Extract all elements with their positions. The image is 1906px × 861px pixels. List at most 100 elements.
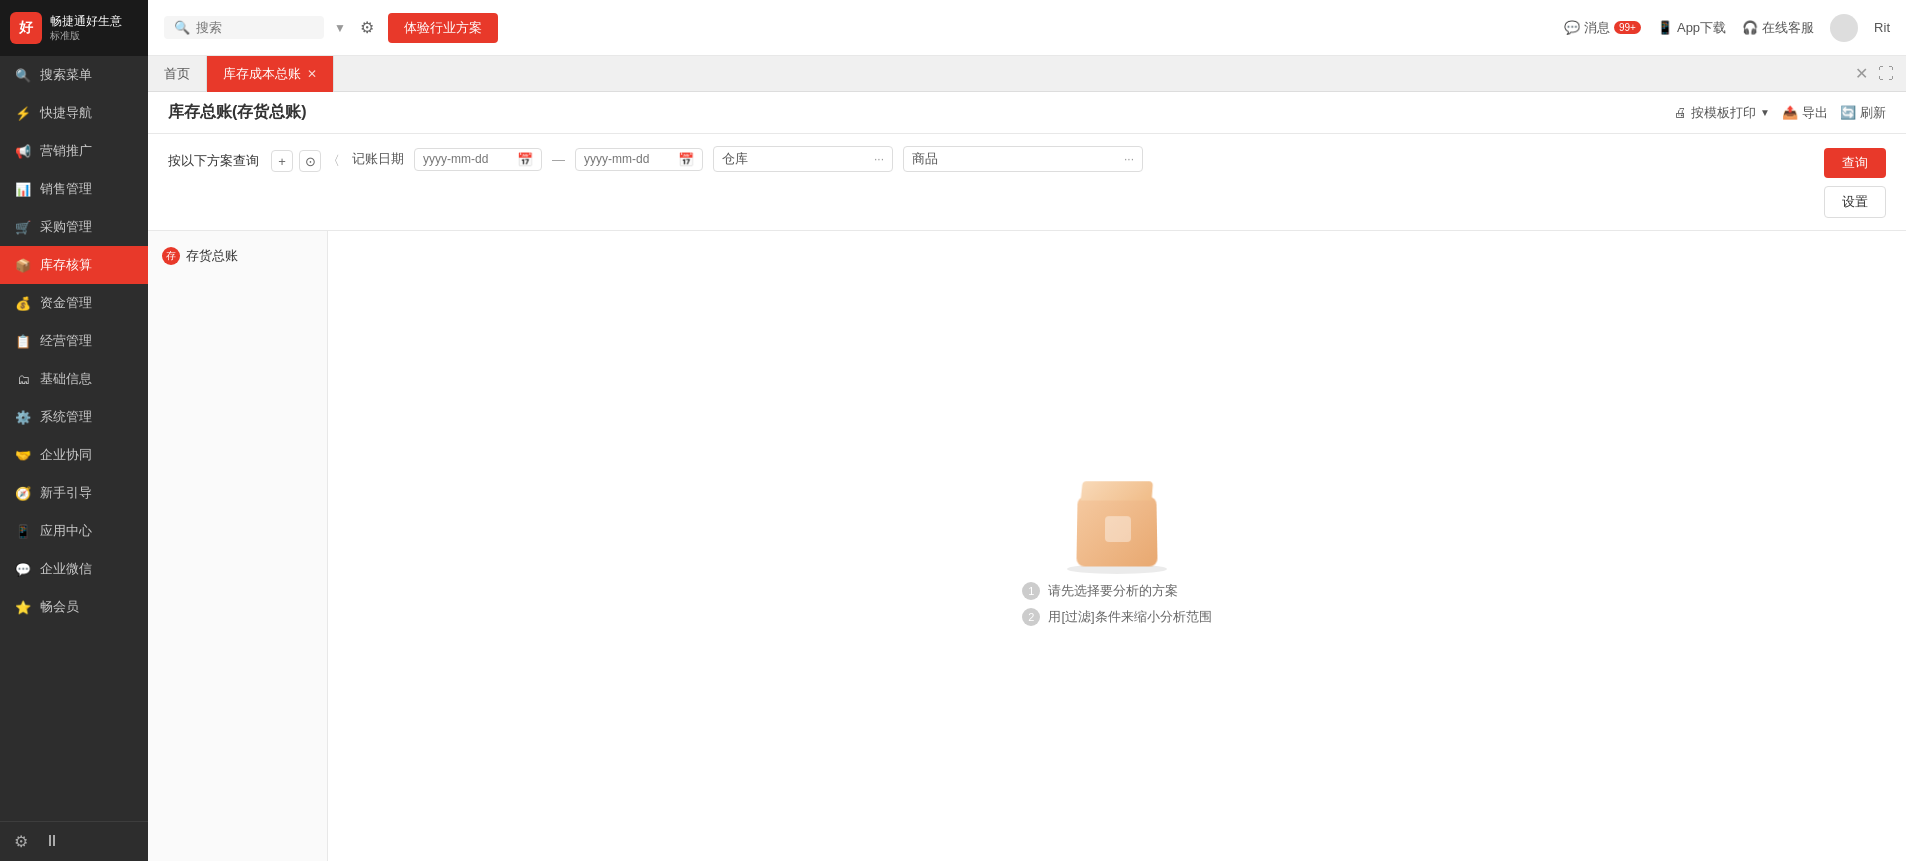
sidebar-item-wechat[interactable]: 💬 企业微信	[0, 550, 148, 588]
print-chevron-icon: ▼	[1760, 107, 1770, 118]
sidebar-item-sales[interactable]: 📊 销售管理	[0, 170, 148, 208]
sidebar-item-system[interactable]: ⚙️ 系统管理	[0, 398, 148, 436]
print-label: 按模板打印	[1691, 104, 1756, 122]
marketing-icon: 📢	[14, 142, 32, 160]
empty-state: 1 请先选择要分析的方案 2 用[过滤]条件来缩小分析范围	[1022, 466, 1211, 626]
search-chevron-icon[interactable]: ▼	[334, 21, 346, 35]
app-download-btn[interactable]: 📱 App下载	[1657, 19, 1726, 37]
sidebar-item-search[interactable]: 🔍 搜索菜单	[0, 56, 148, 94]
calendar-end-icon[interactable]: 📅	[678, 152, 694, 167]
topbar-search-wrap[interactable]: 🔍	[164, 16, 324, 39]
sound-bottom-icon[interactable]: ⏸	[44, 832, 60, 851]
logo-sub: 标准版	[50, 29, 122, 43]
app-download-label: App下载	[1677, 19, 1726, 37]
settings-bottom-icon[interactable]: ⚙	[14, 832, 28, 851]
filter-add-btn[interactable]: +	[271, 150, 293, 172]
topbar-right: 💬 消息 99+ 📱 App下载 🎧 在线客服 Rit	[1564, 14, 1890, 42]
messages-badge: 99+	[1614, 21, 1641, 34]
sidebar-item-purchase[interactable]: 🛒 采购管理	[0, 208, 148, 246]
sidebar-scroll: 🔍 搜索菜单 ⚡ 快捷导航 📢 营销推广 📊 销售管理 🛒 采购管理 📦 库存核…	[0, 56, 148, 821]
export-icon: 📤	[1782, 105, 1798, 120]
page-title: 库存总账(存货总账)	[168, 102, 307, 123]
filter-label: 按以下方案查询	[168, 146, 259, 170]
scheme-item-icon: 存	[162, 247, 180, 265]
search-input[interactable]	[196, 20, 296, 35]
sidebar-item-label: 营销推广	[40, 142, 92, 160]
tip-num-1: 1	[1022, 582, 1040, 600]
scheme-item-inventory[interactable]: 存 存货总账	[148, 239, 327, 273]
refresh-btn[interactable]: 🔄 刷新	[1840, 104, 1886, 122]
print-btn[interactable]: 🖨 按模板打印 ▼	[1674, 104, 1770, 122]
print-icon: 🖨	[1674, 105, 1687, 120]
topbar-gear-icon[interactable]: ⚙	[360, 18, 374, 37]
date-field-label: 记账日期	[352, 150, 404, 168]
phone-icon: 📱	[1657, 20, 1673, 35]
date-end-input[interactable]	[584, 152, 674, 166]
filter-fields: 记账日期 📅 — 📅 仓库 ···	[352, 146, 1812, 172]
date-start-wrap[interactable]: 📅	[414, 148, 542, 171]
sidebar-item-appcenter[interactable]: 📱 应用中心	[0, 512, 148, 550]
trial-button[interactable]: 体验行业方案	[388, 13, 498, 43]
wechat-icon: 💬	[14, 560, 32, 578]
online-service-btn[interactable]: 🎧 在线客服	[1742, 19, 1814, 37]
sidebar-item-marketing[interactable]: 📢 营销推广	[0, 132, 148, 170]
vip-icon: ⭐	[14, 598, 32, 616]
empty-box	[1076, 497, 1157, 567]
filter-right-actions: 查询 设置	[1824, 146, 1886, 218]
inventory-icon: 📦	[14, 256, 32, 274]
online-service-label: 在线客服	[1762, 19, 1814, 37]
sidebar-item-cooperation[interactable]: 🤝 企业协同	[0, 436, 148, 474]
sidebar-item-quicknav[interactable]: ⚡ 快捷导航	[0, 94, 148, 132]
finance-icon: 💰	[14, 294, 32, 312]
sidebar-item-basic[interactable]: 🗂 基础信息	[0, 360, 148, 398]
sidebar-item-label: 畅会员	[40, 598, 79, 616]
main-body: 1 请先选择要分析的方案 2 用[过滤]条件来缩小分析范围	[328, 231, 1906, 861]
tab-close-icon[interactable]: ✕	[307, 67, 317, 81]
appcenter-icon: 📱	[14, 522, 32, 540]
calendar-start-icon[interactable]: 📅	[517, 152, 533, 167]
panel-close-icon[interactable]: ✕	[1855, 64, 1868, 83]
sidebar-item-guide[interactable]: 🧭 新手引导	[0, 474, 148, 512]
main-area: 🔍 ▼ ⚙ 体验行业方案 💬 消息 99+ 📱 App下载 🎧 在线客服 Rit	[148, 0, 1906, 861]
empty-face	[1105, 516, 1131, 542]
tab-home[interactable]: 首页	[148, 56, 207, 92]
filter-area: 按以下方案查询 + ⊙ 〈 记账日期 📅 — 📅	[148, 134, 1906, 231]
guide-icon: 🧭	[14, 484, 32, 502]
filter-settings-btn[interactable]: ⊙	[299, 150, 321, 172]
warehouse-more-icon[interactable]: ···	[874, 152, 884, 166]
sidebar-item-label: 搜索菜单	[40, 66, 92, 84]
sidebar-item-label: 资金管理	[40, 294, 92, 312]
sidebar-item-label: 企业微信	[40, 560, 92, 578]
filter-settings-btn-right[interactable]: 设置	[1824, 186, 1886, 218]
empty-tips: 1 请先选择要分析的方案 2 用[过滤]条件来缩小分析范围	[1022, 582, 1211, 626]
purchase-icon: 🛒	[14, 218, 32, 236]
sidebar-item-label: 库存核算	[40, 256, 92, 274]
date-end-wrap[interactable]: 📅	[575, 148, 703, 171]
panel-expand-icon[interactable]: ⛶	[1878, 65, 1894, 83]
cooperation-icon: 🤝	[14, 446, 32, 464]
sidebar-item-label: 新手引导	[40, 484, 92, 502]
date-start-input[interactable]	[423, 152, 513, 166]
tip-num-2: 2	[1022, 608, 1040, 626]
product-label: 商品	[912, 150, 1120, 168]
warehouse-select[interactable]: 仓库 ···	[713, 146, 893, 172]
quicknav-icon: ⚡	[14, 104, 32, 122]
sidebar-item-label: 采购管理	[40, 218, 92, 236]
filter-collapse-btn[interactable]: 〈	[327, 152, 340, 170]
sidebar-item-operation[interactable]: 📋 经营管理	[0, 322, 148, 360]
refresh-label: 刷新	[1860, 104, 1886, 122]
sidebar-item-finance[interactable]: 💰 资金管理	[0, 284, 148, 322]
product-select[interactable]: 商品 ···	[903, 146, 1143, 172]
tab-inventory-ledger[interactable]: 库存成本总账 ✕	[207, 56, 334, 92]
date-separator: —	[552, 152, 565, 167]
messages-btn[interactable]: 💬 消息 99+	[1564, 19, 1641, 37]
sidebar-item-label: 经营管理	[40, 332, 92, 350]
query-btn[interactable]: 查询	[1824, 148, 1886, 178]
product-more-icon[interactable]: ···	[1124, 152, 1134, 166]
filter-row-date: 记账日期 📅 — 📅	[352, 148, 703, 171]
export-btn[interactable]: 📤 导出	[1782, 104, 1828, 122]
sidebar-item-vip[interactable]: ⭐ 畅会员	[0, 588, 148, 626]
content-body: 存 存货总账 1 请先	[148, 231, 1906, 861]
sidebar-item-inventory[interactable]: 📦 库存核算	[0, 246, 148, 284]
operation-icon: 📋	[14, 332, 32, 350]
